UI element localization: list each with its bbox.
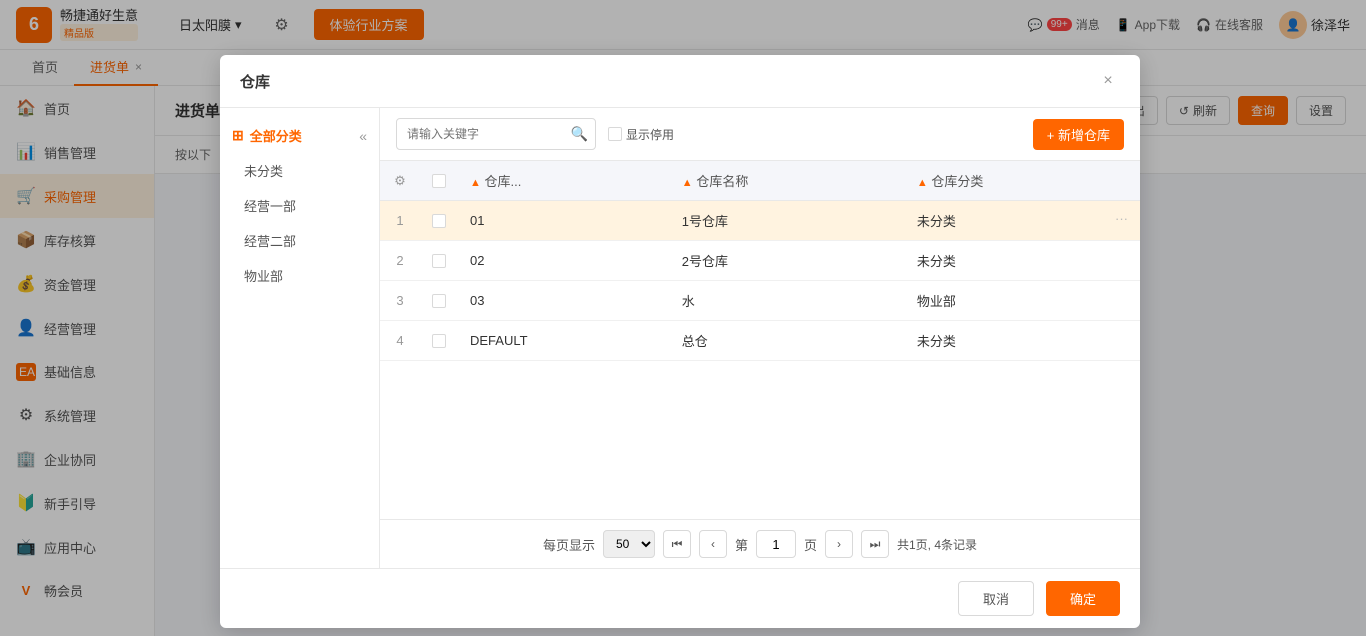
cell-check[interactable]: [420, 201, 458, 241]
th-settings: ⚙: [380, 161, 420, 201]
cell-num: 3: [380, 281, 420, 321]
modal-header: 仓库 ×: [220, 55, 1140, 108]
row-more-icon[interactable]: ···: [1115, 211, 1128, 226]
table-row[interactable]: 4 DEFAULT 总仓 未分类: [380, 321, 1140, 361]
sort-icon: ▲: [917, 177, 928, 189]
sort-icon: ▲: [682, 177, 693, 189]
category-item-ops1[interactable]: 经营一部: [220, 188, 379, 223]
first-page-btn[interactable]: ⏮: [663, 530, 691, 558]
cell-code: 01: [458, 201, 670, 241]
modal-footer: 取消 确定: [220, 568, 1140, 628]
cancel-btn[interactable]: 取消: [958, 581, 1034, 616]
cell-check[interactable]: [420, 241, 458, 281]
grid-icon: ⊞: [232, 127, 244, 144]
last-page-btn[interactable]: ⏭: [861, 530, 889, 558]
select-all-checkbox[interactable]: [432, 174, 446, 188]
table-row[interactable]: 2 02 2号仓库 未分类: [380, 241, 1140, 281]
category-item-uncategorized[interactable]: 未分类: [220, 153, 379, 188]
cell-code: 02: [458, 241, 670, 281]
row-checkbox[interactable]: [432, 214, 446, 228]
category-item-property[interactable]: 物业部: [220, 258, 379, 293]
category-sidebar: ⊞ 全部分类 « 未分类 经营一部 经营二部 物业部: [220, 108, 380, 568]
th-name[interactable]: ▲ 仓库名称: [670, 161, 905, 201]
warehouse-table: ⚙ ▲ 仓库... ▲ 仓库名称: [380, 161, 1140, 361]
row-checkbox[interactable]: [432, 254, 446, 268]
cell-category: 未分类: [905, 321, 1140, 361]
cell-num: 4: [380, 321, 420, 361]
total-info: 共1页, 4条记录: [897, 536, 977, 553]
show-disabled-checkbox[interactable]: [608, 127, 622, 141]
search-icon[interactable]: 🔍: [571, 126, 588, 143]
table-area: 🔍 显示停用 + 新增仓库 ⚙: [380, 108, 1140, 568]
confirm-btn[interactable]: 确定: [1046, 581, 1120, 616]
th-checkbox: [420, 161, 458, 201]
next-page-btn[interactable]: ›: [825, 530, 853, 558]
page-number-input[interactable]: [756, 530, 796, 558]
modal-title: 仓库: [240, 71, 270, 92]
cell-num: 2: [380, 241, 420, 281]
row-checkbox[interactable]: [432, 294, 446, 308]
show-disabled-label: 显示停用: [626, 126, 674, 143]
cell-check[interactable]: [420, 281, 458, 321]
table-toolbar: 🔍 显示停用 + 新增仓库: [380, 108, 1140, 160]
modal-body: ⊞ 全部分类 « 未分类 经营一部 经营二部 物业部: [220, 108, 1140, 568]
collapse-icon[interactable]: «: [359, 128, 367, 144]
cell-name: 总仓: [670, 321, 905, 361]
row-checkbox[interactable]: [432, 334, 446, 348]
cell-num: 1: [380, 201, 420, 241]
category-header: ⊞ 全部分类 «: [220, 118, 379, 153]
page-label: 第: [735, 535, 748, 554]
category-item-ops2[interactable]: 经营二部: [220, 223, 379, 258]
cell-category: 物业部: [905, 281, 1140, 321]
cell-name: 1号仓库: [670, 201, 905, 241]
sort-icon: ▲: [470, 177, 481, 189]
table-row[interactable]: 3 03 水 物业部: [380, 281, 1140, 321]
modal-close-btn[interactable]: ×: [1096, 69, 1120, 93]
page-size-label: 每页显示: [543, 535, 595, 554]
show-disabled-toggle[interactable]: 显示停用: [608, 126, 674, 143]
data-table: ⚙ ▲ 仓库... ▲ 仓库名称: [380, 160, 1140, 519]
prev-page-btn[interactable]: ‹: [699, 530, 727, 558]
new-warehouse-btn[interactable]: + 新增仓库: [1033, 119, 1124, 150]
cell-code: 03: [458, 281, 670, 321]
table-header-row: ⚙ ▲ 仓库... ▲ 仓库名称: [380, 161, 1140, 201]
table-row[interactable]: 1 01 1号仓库 未分类 ···: [380, 201, 1140, 241]
all-categories-btn[interactable]: ⊞ 全部分类: [232, 126, 302, 145]
cell-category: 未分类: [905, 241, 1140, 281]
search-input-wrap: 🔍: [396, 118, 596, 150]
page-unit: 页: [804, 535, 817, 554]
cell-category: 未分类 ···: [905, 201, 1140, 241]
cell-check[interactable]: [420, 321, 458, 361]
th-category[interactable]: ▲ 仓库分类: [905, 161, 1140, 201]
cell-code: DEFAULT: [458, 321, 670, 361]
search-input[interactable]: [396, 118, 596, 150]
cell-name: 2号仓库: [670, 241, 905, 281]
all-categories-label: 全部分类: [250, 126, 302, 145]
pagination: 每页显示 50 ⏮ ‹ 第 页 › ⏭ 共1页, 4条记录: [380, 519, 1140, 568]
page-size-select[interactable]: 50: [603, 530, 655, 558]
th-code[interactable]: ▲ 仓库...: [458, 161, 670, 201]
cell-name: 水: [670, 281, 905, 321]
warehouse-modal: 仓库 × ⊞ 全部分类 « 未分类 经营一部 经营二部 物业部: [220, 55, 1140, 628]
